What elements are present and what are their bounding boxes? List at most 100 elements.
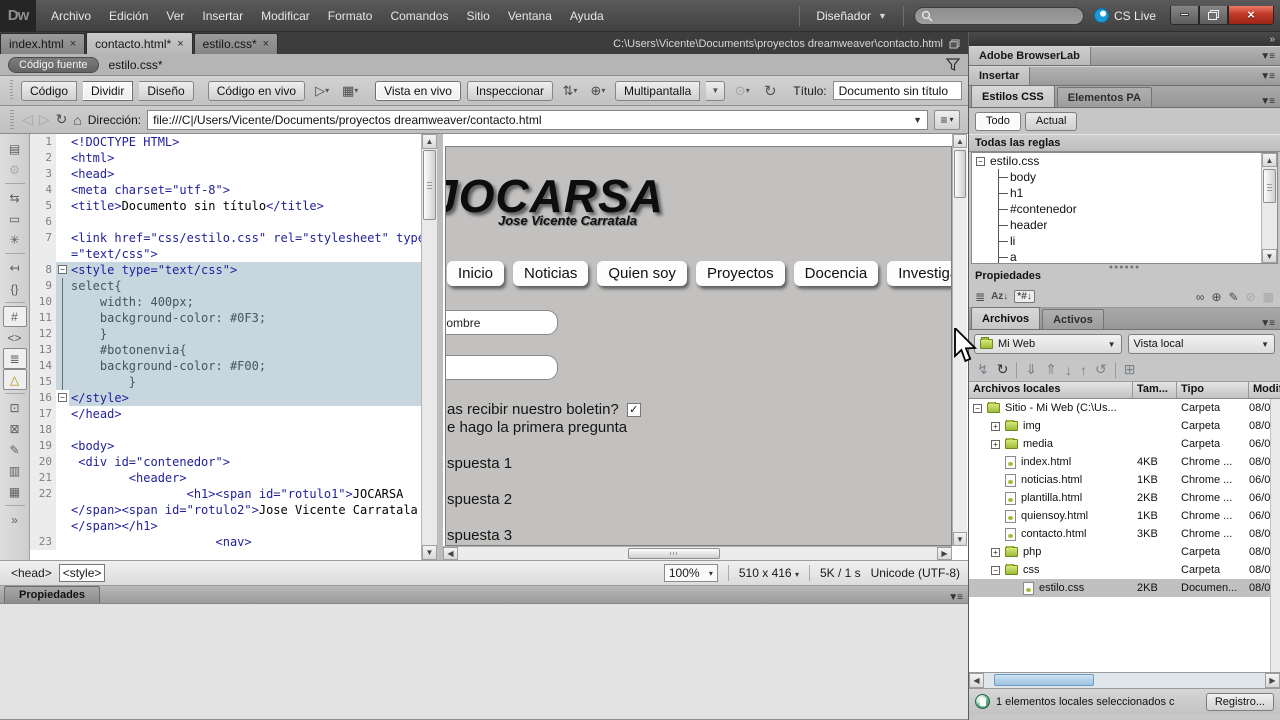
- close-tab-icon[interactable]: ×: [70, 38, 76, 50]
- panel-menu-icon[interactable]: ▼≡: [1254, 318, 1280, 329]
- file-row-plantilla-html[interactable]: plantilla.html 2KB Chrome ... 06/09/: [969, 489, 1270, 507]
- code-vertical-scrollbar[interactable]: ▲ ▼: [421, 134, 437, 560]
- source-code-button[interactable]: Código fuente: [8, 56, 99, 73]
- scroll-right-icon[interactable]: ▶: [1265, 673, 1280, 688]
- title-input[interactable]: Documento sin título: [832, 81, 962, 100]
- inspect-button[interactable]: Inspeccionar: [466, 80, 553, 101]
- file-row-quiensoy-html[interactable]: quiensoy.html 1KB Chrome ... 06/09/: [969, 507, 1270, 525]
- css-rule-body[interactable]: body: [998, 169, 1260, 185]
- collapse-panels-icon[interactable]: »: [1269, 34, 1280, 45]
- design-document[interactable]: JOCARSA Jose Vicente Carratala Inicio Not…: [445, 146, 952, 546]
- tag-selector-head[interactable]: <head>: [8, 565, 55, 581]
- expand-icon[interactable]: +: [991, 421, 1000, 431]
- css-rules-list[interactable]: − estilo.css bodyh1#contenedorheaderlial…: [971, 152, 1278, 264]
- live-view-button[interactable]: Vista en vivo: [375, 80, 461, 101]
- show-set-properties-icon[interactable]: *#↓: [1014, 290, 1035, 303]
- address-dropdown-icon[interactable]: ▼: [913, 115, 922, 125]
- rules-root-row[interactable]: − estilo.css: [972, 153, 1260, 169]
- insert-tab[interactable]: Insertar: [969, 67, 1031, 85]
- scroll-up-icon[interactable]: ▲: [422, 134, 437, 149]
- minimize-button[interactable]: [1170, 5, 1199, 25]
- attach-stylesheet-icon[interactable]: ∞: [1196, 290, 1205, 304]
- live-code-button[interactable]: Código en vivo: [207, 80, 306, 101]
- delete-rule-icon[interactable]: ▦: [1263, 290, 1274, 304]
- menu-ventana[interactable]: Ventana: [499, 0, 561, 32]
- window-size-select[interactable]: 510 x 416 ▾: [739, 566, 799, 580]
- scroll-left-icon[interactable]: ◀: [443, 547, 458, 560]
- column-type[interactable]: Tipo: [1177, 382, 1249, 398]
- code-view-button[interactable]: Código: [20, 80, 77, 101]
- scroll-right-icon[interactable]: ▶: [937, 547, 952, 560]
- files-hscroll-thumb[interactable]: [994, 674, 1094, 686]
- preview-in-browser-icon[interactable]: ⊕ ▾: [587, 81, 609, 101]
- collapse-icon[interactable]: −: [991, 565, 1000, 575]
- design-nav-proyectos[interactable]: Proyectos: [695, 261, 785, 286]
- file-row-estilo-css[interactable]: estilo.css 2KB Documen... 08/09/: [969, 579, 1270, 597]
- sync-icon[interactable]: ↺: [1095, 361, 1107, 378]
- back-icon[interactable]: ◁: [22, 111, 33, 128]
- filter-icon[interactable]: [946, 58, 960, 71]
- css-rule-contenedor[interactable]: #contenedor: [998, 201, 1260, 217]
- browserlab-panel[interactable]: Adobe BrowserLab ▼≡: [969, 46, 1280, 66]
- more-icon[interactable]: »: [3, 509, 27, 530]
- file-row-sitio-mi-web-c-us-[interactable]: − Sitio - Mi Web (C:\Us... Carpeta 08/09/: [969, 399, 1270, 417]
- home-icon[interactable]: ⌂: [73, 112, 81, 128]
- css-rule-li[interactable]: li: [998, 233, 1260, 249]
- menu-ayuda[interactable]: Ayuda: [561, 0, 613, 32]
- file-row-php[interactable]: + php Carpeta 08/09/: [969, 543, 1270, 561]
- file-row-media[interactable]: + media Carpeta 06/09/: [969, 435, 1270, 453]
- toolbar-grip[interactable]: [10, 80, 13, 101]
- local-files-list[interactable]: − Sitio - Mi Web (C:\Us... Carpeta 08/09/ + i…: [969, 399, 1280, 672]
- code-editor[interactable]: 1 <!DOCTYPE HTML> 2 <html> 3 <head> 4 <meta cha…: [30, 134, 437, 560]
- code-fold-column[interactable]: −: [56, 390, 69, 406]
- scroll-up-icon[interactable]: ▲: [953, 134, 967, 148]
- recent-snippets-icon[interactable]: ▥: [3, 460, 27, 481]
- panel-menu-icon[interactable]: ▼≡: [942, 592, 968, 603]
- column-size[interactable]: Tam...: [1133, 382, 1177, 398]
- line-numbers-icon[interactable]: #: [2, 306, 27, 327]
- edit-rule-icon[interactable]: ✎: [1229, 290, 1239, 304]
- restore-button[interactable]: [1199, 5, 1228, 25]
- tab-ap-elements[interactable]: Elementos PA: [1056, 87, 1152, 107]
- rules-scrollbar-thumb[interactable]: [1263, 169, 1276, 203]
- current-mode-button[interactable]: Actual: [1024, 111, 1078, 131]
- browserlab-tab[interactable]: Adobe BrowserLab: [969, 47, 1091, 65]
- cs-live-button[interactable]: CS Live: [1093, 8, 1156, 23]
- menu-archivo[interactable]: Archivo: [42, 0, 100, 32]
- check-in-icon[interactable]: ↑: [1080, 362, 1087, 378]
- tag-selector-style[interactable]: <style>: [58, 564, 106, 582]
- zoom-select[interactable]: 100% ▾: [663, 564, 718, 582]
- panel-menu-icon[interactable]: ▼≡: [1254, 96, 1280, 107]
- menu-formato[interactable]: Formato: [319, 0, 382, 32]
- code-fold-column[interactable]: −: [56, 262, 69, 278]
- scroll-down-icon[interactable]: ▼: [953, 532, 967, 546]
- column-name[interactable]: Archivos locales: [969, 382, 1133, 398]
- css-rule-a[interactable]: a: [998, 249, 1260, 263]
- show-category-view-icon[interactable]: ≣: [975, 290, 985, 304]
- tab-files[interactable]: Archivos: [971, 307, 1041, 329]
- doc-tab-contactohtml[interactable]: contacto.html* ×: [86, 32, 193, 54]
- close-tab-icon[interactable]: ×: [177, 38, 183, 50]
- sort-az-icon[interactable]: Az↓: [991, 291, 1008, 302]
- check-out-icon[interactable]: ↓: [1065, 362, 1072, 378]
- close-button[interactable]: ×: [1228, 5, 1274, 25]
- menu-sitio[interactable]: Sitio: [457, 0, 498, 32]
- menu-insertar[interactable]: Insertar: [193, 0, 252, 32]
- design-nav-quien-soy[interactable]: Quien soy: [597, 261, 687, 286]
- scroll-down-icon[interactable]: ▼: [422, 545, 437, 560]
- disable-property-icon[interactable]: ⊘: [1246, 290, 1256, 304]
- design-nav-docencia[interactable]: Docencia: [793, 261, 879, 286]
- highlight-invalid-code-icon[interactable]: <>: [3, 327, 27, 348]
- refresh-design-icon[interactable]: ↻: [759, 81, 781, 101]
- tab-assets[interactable]: Activos: [1042, 309, 1104, 329]
- insert-panel[interactable]: Insertar ▼≡: [969, 66, 1280, 86]
- doc-tab-estilocss[interactable]: estilo.css* ×: [193, 33, 279, 54]
- panel-menu-icon[interactable]: ▼≡: [1254, 51, 1280, 62]
- design-horizontal-scrollbar[interactable]: ◀ ▶: [443, 546, 952, 560]
- rules-scrollbar[interactable]: ▲ ▼: [1261, 153, 1277, 263]
- design-view-button[interactable]: Diseño: [139, 80, 194, 101]
- design-email-input[interactable]: [446, 355, 558, 380]
- menu-edición[interactable]: Edición: [100, 0, 157, 32]
- split-view-button[interactable]: Dividir: [83, 80, 134, 101]
- collapse-icon[interactable]: −: [973, 403, 982, 413]
